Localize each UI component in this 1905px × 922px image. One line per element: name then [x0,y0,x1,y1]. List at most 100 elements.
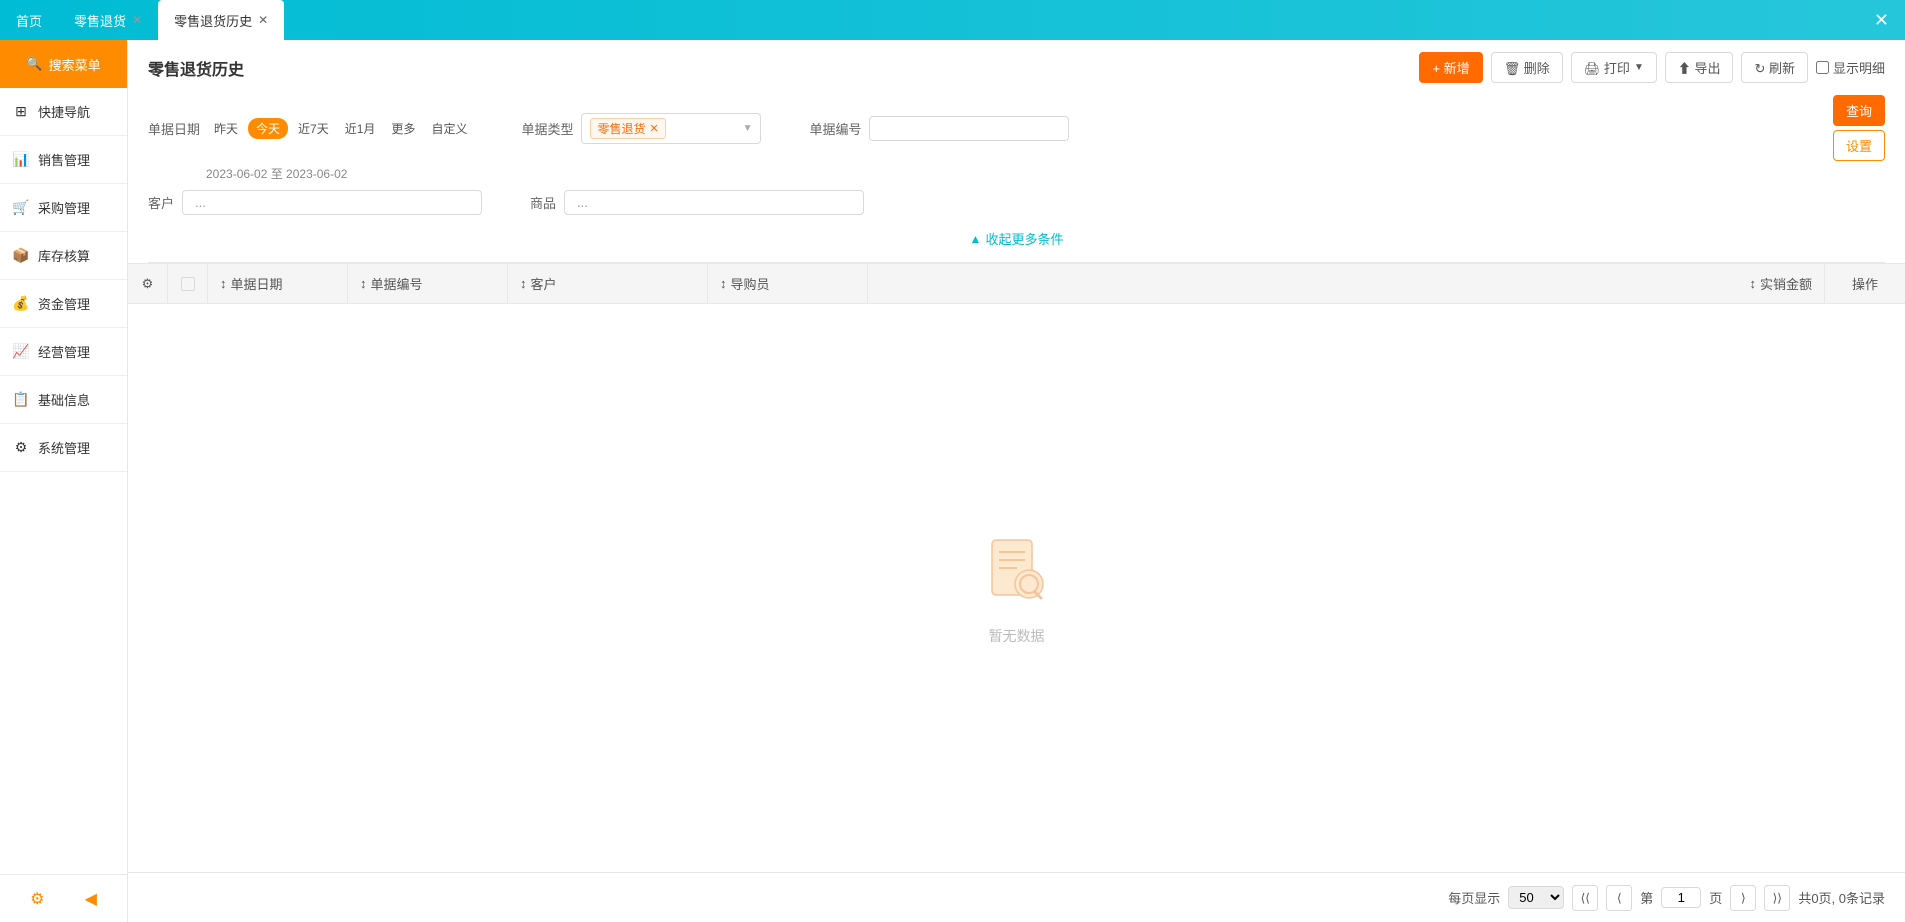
date-range-text: 2023-06-02 至 2023-06-02 [206,167,347,181]
sidebar-item-inventory[interactable]: 📦 库存核算 [0,232,127,280]
date-btn-custom[interactable]: 自定义 [425,118,473,139]
page-title: 零售退货历史 [148,56,244,80]
tab-retail-return-history[interactable]: 零售退货历史 ✕ [158,0,284,40]
collapse-sidebar-icon[interactable]: ◀ [85,889,97,909]
query-button[interactable]: 查询 [1833,95,1885,126]
filter-area: 单据日期 昨天 今天 近7天 近1月 更多 自定义 单据类型 [148,95,1885,263]
filter-row-1: 单据日期 昨天 今天 近7天 近1月 更多 自定义 单据类型 [148,95,1885,161]
date-btn-yesterday[interactable]: 昨天 [208,118,244,139]
date-btn-more[interactable]: 更多 [385,118,421,139]
sidebar-item-basic-info[interactable]: 📋 基础信息 [0,376,127,424]
th-no-sort: ↕ [360,276,367,291]
table-container: ⚙ ↕ 单据日期 ↕ 单据编号 ↕ 客户 ↕ [128,264,1905,872]
goods-label: 商品 [530,193,556,212]
customer-select[interactable]: ... [182,190,482,215]
page-size-label: 每页显示 [1448,888,1500,907]
sidebar: 🔍 搜索菜单 ⊞ 快捷导航 📊 销售管理 🛒 采购管理 📦 库存核算 💰 [0,40,128,922]
sidebar-footer: ⚙ ◀ [0,874,127,922]
sidebar-item-purchase-mgmt[interactable]: 🛒 采购管理 [0,184,127,232]
select-all-checkbox[interactable] [181,277,195,291]
goods-select[interactable]: ... [564,190,864,215]
page-label: 第 [1640,888,1653,907]
voucher-no-filter-group: 单据编号 [809,116,1069,141]
voucher-type-select[interactable]: 零售退货 ✕ ▼ [581,113,761,144]
th-customer: ↕ 客户 [508,264,708,303]
sidebar-item-operation[interactable]: 📈 经营管理 [0,328,127,376]
delete-button[interactable]: 🗑 删除 [1491,52,1563,83]
action-buttons: 查询 设置 [1833,95,1885,161]
customer-ellipsis: ... [191,195,210,210]
th-check[interactable] [168,264,208,303]
print-button[interactable]: 🖨 打印 ▼ [1571,52,1657,83]
collapse-row: ▲ 收起更多条件 [148,225,1885,252]
voucher-type-tag-close[interactable]: ✕ [649,122,658,135]
page-title-row: 零售退货历史 + 新增 🗑 删除 🖨 打印 ▼ ⬆ 导出 [148,52,1885,83]
collapse-button[interactable]: ▲ 收起更多条件 [958,225,1076,252]
sidebar-item-sales-mgmt[interactable]: 📊 销售管理 [0,136,127,184]
display-toggle-label: 显示明细 [1833,58,1885,77]
last-page-button[interactable]: ⟩⟩ [1764,885,1790,911]
th-no: ↕ 单据编号 [348,264,508,303]
chevron-down-icon: ▼ [1634,62,1644,73]
customer-label: 客户 [148,193,174,212]
tab-retail-return-close[interactable]: ✕ [132,13,142,27]
date-btn-7days[interactable]: 近7天 [292,118,335,139]
prev-page-button[interactable]: ⟨ [1606,885,1632,911]
collapse-icon: ▲ [970,232,982,246]
voucher-type-tag: 零售退货 ✕ [590,118,665,139]
date-range-display: 2023-06-02 至 2023-06-02 [148,165,1885,182]
settings-icon: ⚙ [142,276,154,292]
finance-icon: 💰 [12,295,30,313]
chevron-down-icon-2: ▼ [743,123,753,134]
sidebar-search-label: 搜索菜单 [49,55,101,74]
date-filter-label: 单据日期 [148,119,200,138]
customer-filter-group: 客户 ... [148,190,482,215]
first-page-button[interactable]: ⟨⟨ [1572,885,1598,911]
collapse-label: 收起更多条件 [985,229,1063,248]
th-amount: ↕ 实销金额 [868,264,1825,303]
empty-icon [977,530,1057,610]
th-action: 操作 [1825,264,1905,303]
sidebar-item-finance-label: 资金管理 [38,294,90,313]
display-toggle[interactable]: 显示明细 [1816,58,1885,77]
settings-button[interactable]: 设置 [1833,130,1885,161]
quick-nav-icon: ⊞ [12,103,30,121]
th-guide: ↕ 导购员 [708,264,868,303]
tab-home[interactable]: 首页 [0,0,58,40]
refresh-button[interactable]: ↻ 刷新 [1741,52,1808,83]
th-date-label: ↕ [220,276,227,291]
add-button[interactable]: + 新增 [1419,52,1482,83]
window-close-button[interactable]: ✕ [1858,10,1905,31]
page-input[interactable] [1661,887,1701,908]
sidebar-item-quick-nav[interactable]: ⊞ 快捷导航 [0,88,127,136]
th-settings[interactable]: ⚙ [128,264,168,303]
sales-icon: 📊 [12,151,30,169]
settings-footer-icon[interactable]: ⚙ [30,889,44,909]
voucher-no-input[interactable] [869,116,1069,141]
voucher-no-label: 单据编号 [809,119,861,138]
date-btn-today[interactable]: 今天 [248,118,288,139]
sidebar-item-system-label: 系统管理 [38,438,90,457]
sidebar-item-inventory-label: 库存核算 [38,246,90,265]
export-button[interactable]: ⬆ 导出 [1665,52,1734,83]
basic-info-icon: 📋 [12,391,30,409]
date-shortcuts: 昨天 今天 近7天 近1月 更多 自定义 [208,118,473,139]
sidebar-item-system-mgmt[interactable]: ⚙ 系统管理 [0,424,127,472]
main-layout: 🔍 搜索菜单 ⊞ 快捷导航 📊 销售管理 🛒 采购管理 📦 库存核算 💰 [0,40,1905,922]
toolbar-buttons: + 新增 🗑 删除 🖨 打印 ▼ ⬆ 导出 ↻ 刷新 [1419,52,1885,83]
next-page-button[interactable]: ⟩ [1730,885,1756,911]
goods-filter-group: 商品 ... [530,190,864,215]
sidebar-search[interactable]: 🔍 搜索菜单 [0,40,127,88]
system-icon: ⚙ [12,439,30,457]
empty-text: 暂无数据 [989,626,1045,646]
tab-retail-return-history-close[interactable]: ✕ [258,13,268,27]
display-toggle-checkbox[interactable] [1816,61,1829,74]
page-header: 零售退货历史 + 新增 🗑 删除 🖨 打印 ▼ ⬆ 导出 [128,40,1905,264]
voucher-type-filter-group: 单据类型 零售退货 ✕ ▼ [521,113,761,144]
sidebar-item-sales-label: 销售管理 [38,150,90,169]
sidebar-item-finance[interactable]: 💰 资金管理 [0,280,127,328]
th-amount-sort: ↕ [1749,276,1756,291]
page-size-select[interactable]: 50 10 20 100 [1508,886,1564,909]
tab-retail-return[interactable]: 零售退货 ✕ [58,0,158,40]
date-btn-1month[interactable]: 近1月 [339,118,382,139]
